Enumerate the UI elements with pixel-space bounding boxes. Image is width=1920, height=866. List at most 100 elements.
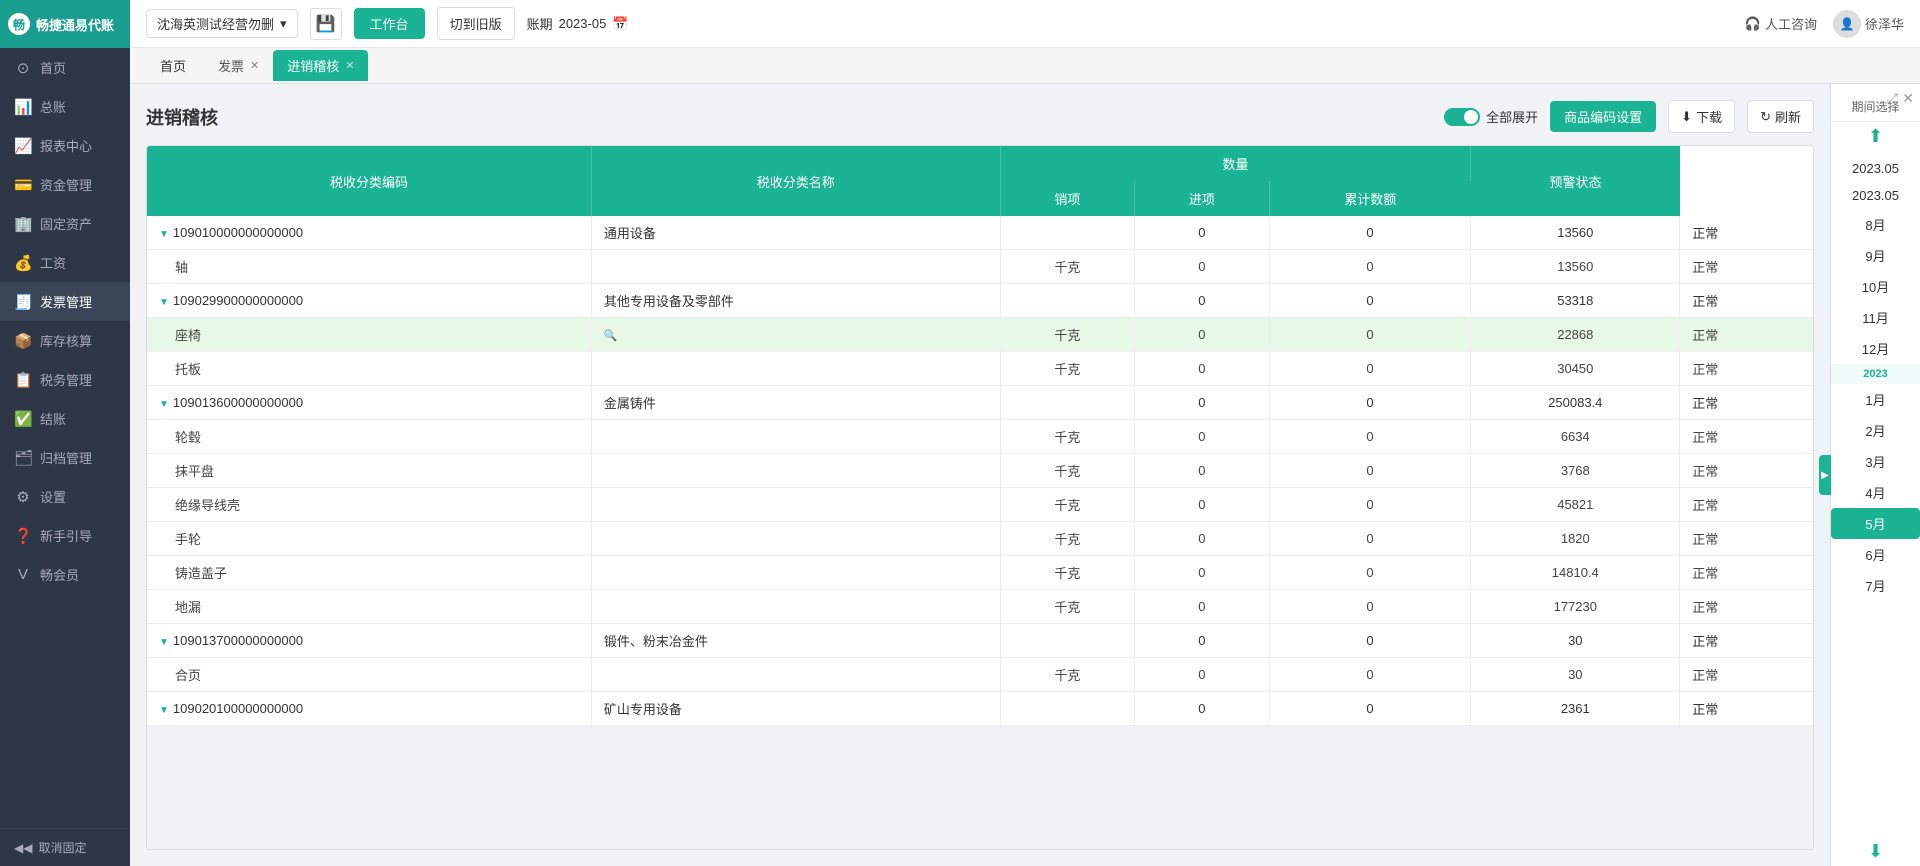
sidebar-item-archive[interactable]: 🗂 归档管理 bbox=[0, 438, 130, 477]
collapse-panel-button[interactable]: ▶ bbox=[1819, 455, 1831, 495]
product-code-button[interactable]: 商品编码设置 bbox=[1550, 101, 1656, 132]
calendar-icon[interactable]: 📅 bbox=[612, 16, 628, 32]
cell-tax-code: ▼109010000000000000 bbox=[147, 216, 591, 250]
th-warning-status: 预警状态 bbox=[1471, 146, 1680, 216]
cell-tax-code: ▼109020100000000000 bbox=[147, 692, 591, 726]
expand-icon[interactable]: ▼ bbox=[159, 637, 169, 648]
cell-sale-qty: 0 bbox=[1135, 284, 1270, 318]
headset-icon: 🎧 bbox=[1745, 16, 1761, 32]
refresh-button[interactable]: ↻ 刷新 bbox=[1747, 100, 1814, 133]
period-year-label: 2023 bbox=[1831, 364, 1920, 384]
logo-text: 畅捷通易代账 bbox=[36, 15, 114, 34]
sidebar-item-membership[interactable]: V 畅会员 bbox=[0, 555, 130, 594]
expand-all-toggle[interactable]: 全部展开 bbox=[1444, 107, 1538, 126]
sidebar-label-funds: 资金管理 bbox=[40, 175, 92, 194]
period-month-item[interactable]: 7月 bbox=[1831, 570, 1920, 601]
panel-up-arrow[interactable]: ⬆ bbox=[1864, 122, 1887, 151]
cell-status: 正常 bbox=[1680, 522, 1813, 556]
sidebar-item-reports[interactable]: 📈 报表中心 bbox=[0, 126, 130, 165]
sidebar-cancel-fixed[interactable]: ◀◀ 取消固定 bbox=[0, 828, 130, 866]
period-month-item[interactable]: 8月 bbox=[1831, 209, 1920, 240]
period-month-item[interactable]: 2月 bbox=[1831, 415, 1920, 446]
sidebar-item-inventory[interactable]: 📦 库存核算 bbox=[0, 321, 130, 360]
cell-product-name: 地漏 bbox=[147, 590, 591, 624]
sidebar-label-salary: 工资 bbox=[40, 253, 66, 272]
period-month-item[interactable]: 4月 bbox=[1831, 477, 1920, 508]
pin-icon: ◀◀ bbox=[14, 841, 32, 855]
period-item[interactable]: 2023.05 bbox=[1831, 182, 1920, 209]
cell-product-name: 抹平盘 bbox=[147, 454, 591, 488]
close-panel-button[interactable]: ✕ bbox=[1902, 90, 1914, 107]
cell-unit bbox=[1000, 692, 1135, 726]
worktable-button[interactable]: 工作台 bbox=[354, 8, 425, 39]
panel-top-controls: ⬆ bbox=[1831, 122, 1920, 151]
fixed-assets-icon: 🏢 bbox=[14, 215, 32, 233]
sidebar-item-fixed-assets[interactable]: 🏢 固定资产 bbox=[0, 204, 130, 243]
sidebar-item-home[interactable]: ⊙ 首页 bbox=[0, 48, 130, 87]
guide-icon: ❓ bbox=[14, 527, 32, 545]
cell-total-qty: 177230 bbox=[1471, 590, 1680, 624]
period-month-item[interactable]: 10月 bbox=[1831, 271, 1920, 302]
table-row: 轴 千克 0 0 13560 正常 bbox=[147, 250, 1813, 284]
cell-status: 正常 bbox=[1680, 318, 1813, 352]
cell-total-qty: 45821 bbox=[1471, 488, 1680, 522]
sidebar-item-tax[interactable]: 📋 税务管理 bbox=[0, 360, 130, 399]
old-version-button[interactable]: 切到旧版 bbox=[437, 7, 515, 40]
sidebar-item-settlement[interactable]: ✅ 结账 bbox=[0, 399, 130, 438]
cell-tax-code: ▼109029900000000000 bbox=[147, 284, 591, 318]
table-row: 座椅 🔍 千克 0 0 22868 正常 bbox=[147, 318, 1813, 352]
period-month-item[interactable]: 1月 bbox=[1831, 384, 1920, 415]
tab-reconcile[interactable]: 进销稽核 ✕ bbox=[273, 50, 368, 81]
cell-sale-qty: 0 bbox=[1135, 658, 1270, 692]
close-invoice-icon[interactable]: ✕ bbox=[250, 59, 259, 72]
cell-product-name: 铸造盖子 bbox=[147, 556, 591, 590]
content-area: 进销稽核 全部展开 商品编码设置 ⬇ 下载 ↻ 刷 bbox=[130, 84, 1920, 866]
salary-icon: 💰 bbox=[14, 254, 32, 272]
close-reconcile-icon[interactable]: ✕ bbox=[345, 59, 354, 72]
period-month-item[interactable]: 6月 bbox=[1831, 539, 1920, 570]
sidebar-item-settings[interactable]: ⚙ 设置 bbox=[0, 477, 130, 516]
expand-icon[interactable]: ▼ bbox=[159, 229, 169, 240]
data-table-container: 税收分类编码 税收分类名称 数量 预警状态 销项 进项 累计数额 bbox=[146, 145, 1814, 850]
invoice-icon: 🧾 bbox=[14, 293, 32, 311]
settings-icon: ⚙ bbox=[14, 488, 32, 506]
support-button[interactable]: 🎧 人工咨询 bbox=[1745, 14, 1817, 33]
tax-icon: 📋 bbox=[14, 371, 32, 389]
save-button[interactable]: 💾 bbox=[310, 8, 342, 40]
sidebar-item-ledger[interactable]: 📊 总账 bbox=[0, 87, 130, 126]
sidebar-item-guide[interactable]: ❓ 新手引导 bbox=[0, 516, 130, 555]
period-month-item[interactable]: 11月 bbox=[1831, 302, 1920, 333]
sidebar-item-invoice[interactable]: 🧾 发票管理 bbox=[0, 282, 130, 321]
reconcile-label: 进销稽核 bbox=[287, 56, 339, 75]
cell-purchase-qty: 0 bbox=[1269, 386, 1471, 420]
expand-panel-button[interactable]: ⤢ bbox=[1887, 90, 1898, 107]
download-button[interactable]: ⬇ 下载 bbox=[1668, 100, 1735, 133]
sidebar-item-funds[interactable]: 💳 资金管理 bbox=[0, 165, 130, 204]
expand-icon[interactable]: ▼ bbox=[159, 399, 169, 410]
cell-product-name: 手轮 bbox=[147, 522, 591, 556]
expand-icon[interactable]: ▼ bbox=[159, 705, 169, 716]
table-row: 绝缘导线壳 千克 0 0 45821 正常 bbox=[147, 488, 1813, 522]
tab-home[interactable]: 首页 bbox=[146, 50, 200, 81]
cell-sale-qty: 0 bbox=[1135, 454, 1270, 488]
home-label: 首页 bbox=[160, 56, 186, 75]
cell-purchase-qty: 0 bbox=[1269, 556, 1471, 590]
period-month-item[interactable]: 5月 bbox=[1831, 508, 1920, 539]
cell-sale-qty: 0 bbox=[1135, 692, 1270, 726]
user-menu[interactable]: 👤 徐泽华 bbox=[1833, 10, 1904, 38]
period-item[interactable]: 2023.05 bbox=[1831, 155, 1920, 182]
cell-purchase-qty: 0 bbox=[1269, 488, 1471, 522]
expand-icon[interactable]: ▼ bbox=[159, 297, 169, 308]
period-month-item[interactable]: 3月 bbox=[1831, 446, 1920, 477]
cell-tax-name bbox=[591, 420, 1000, 454]
panel-down-arrow[interactable]: ⬇ bbox=[1864, 837, 1887, 866]
period-month-item[interactable]: 12月 bbox=[1831, 333, 1920, 364]
company-selector[interactable]: 沈海英测试经营勿删 ▾ bbox=[146, 9, 298, 38]
cell-total-qty: 14810.4 bbox=[1471, 556, 1680, 590]
tab-invoice[interactable]: 发票 ✕ bbox=[204, 50, 273, 81]
sidebar-item-salary[interactable]: 💰 工资 bbox=[0, 243, 130, 282]
cell-sale-qty: 0 bbox=[1135, 488, 1270, 522]
toggle-track[interactable] bbox=[1444, 108, 1480, 126]
period-month-item[interactable]: 9月 bbox=[1831, 240, 1920, 271]
inventory-icon: 📦 bbox=[14, 332, 32, 350]
